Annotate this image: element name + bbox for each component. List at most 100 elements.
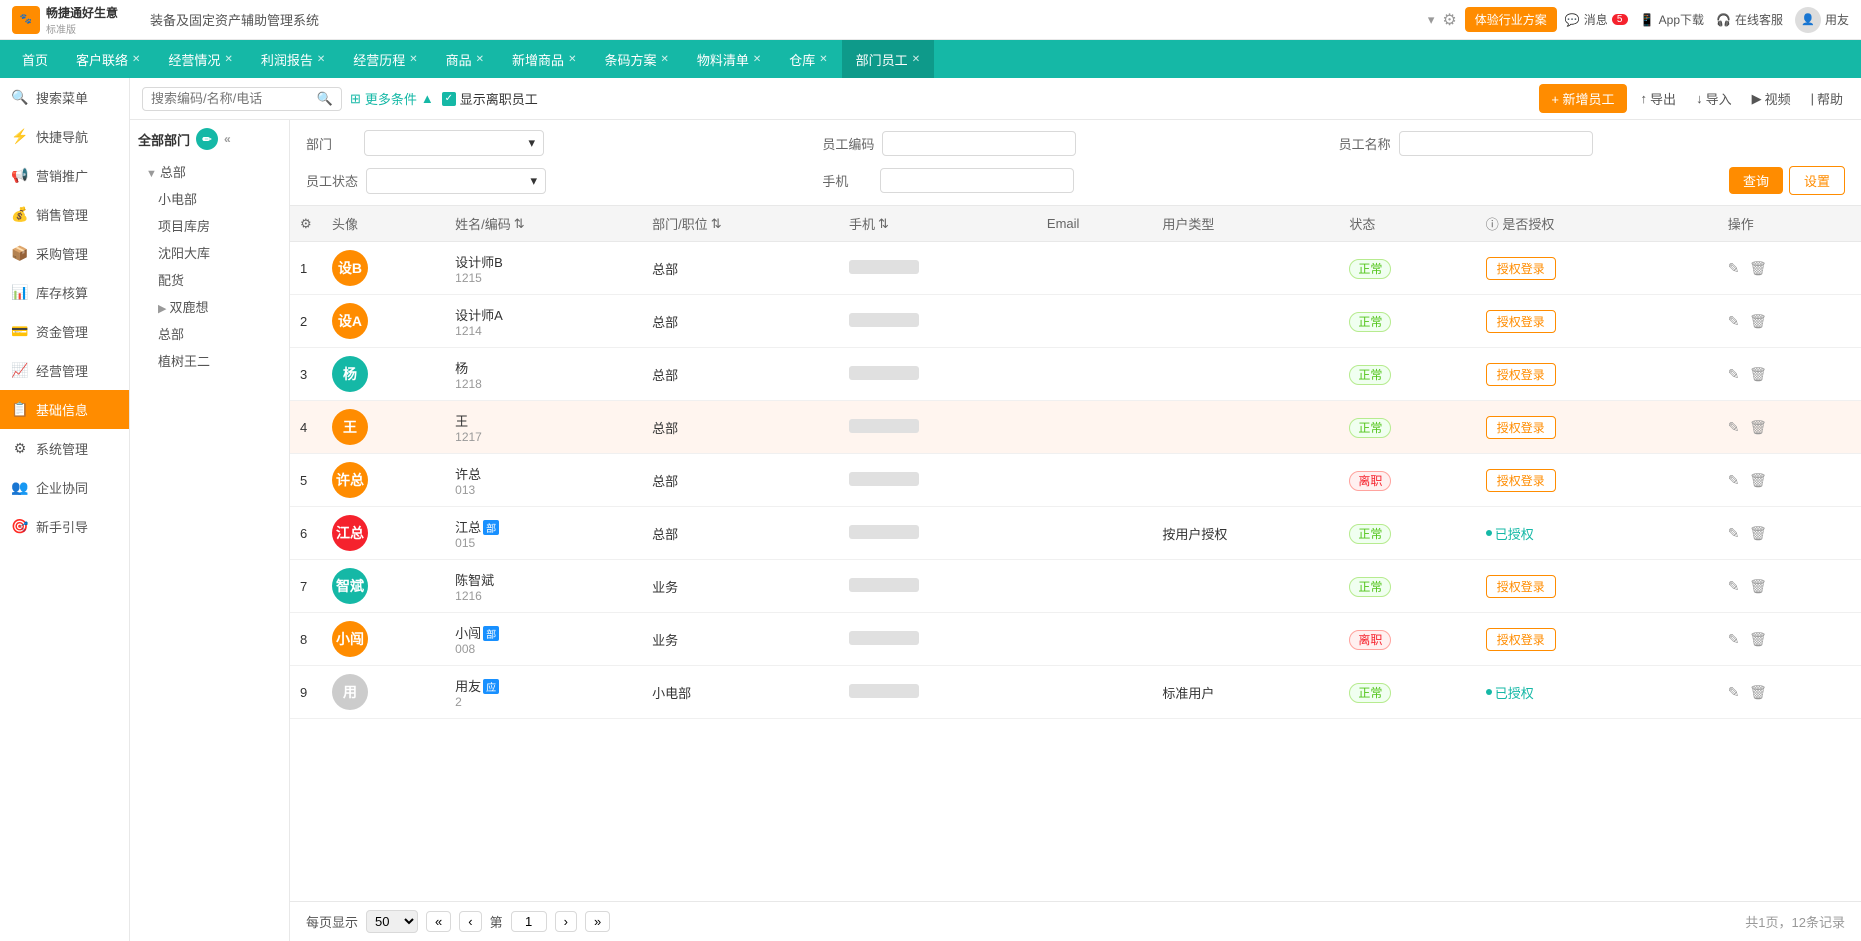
nav-dept-employee[interactable]: 部门员工 ✕ <box>842 40 934 78</box>
close-icon[interactable]: ✕ <box>317 54 325 65</box>
nav-warehouse[interactable]: 仓库 ✕ <box>775 40 841 78</box>
page-input[interactable] <box>511 911 547 932</box>
auth-login-button[interactable]: 授权登录 <box>1486 363 1556 386</box>
sidebar-item-purchase[interactable]: 📦 采购管理 <box>0 234 129 273</box>
emp-name-input[interactable] <box>1399 131 1593 156</box>
th-name[interactable]: 姓名/编码 ⇅ <box>445 206 642 242</box>
nav-profit[interactable]: 利润报告 ✕ <box>247 40 339 78</box>
dept-node-project[interactable]: 项目库房 <box>138 212 281 239</box>
edit-btn[interactable]: ✎ <box>1728 578 1740 594</box>
delete-btn[interactable]: 🗑 <box>1749 313 1767 329</box>
prev-page-btn[interactable]: ‹ <box>459 911 481 932</box>
th-phone[interactable]: 手机 ⇅ <box>839 206 1037 242</box>
th-dept[interactable]: 部门/职位 ⇅ <box>642 206 839 242</box>
edit-btn[interactable]: ✎ <box>1728 525 1740 541</box>
sidebar-item-nav[interactable]: ⚡ 快捷导航 <box>0 117 129 156</box>
th-settings[interactable]: ⚙ <box>290 206 322 242</box>
delete-btn[interactable]: 🗑 <box>1749 419 1767 435</box>
service-btn[interactable]: 🎧 在线客服 <box>1716 11 1783 28</box>
show-resigned-checkbox[interactable]: ✓ <box>442 92 456 106</box>
try-btn[interactable]: 体验行业方案 <box>1465 7 1557 32</box>
emp-status-select[interactable]: ▾ <box>366 168 546 194</box>
show-resigned-wrap[interactable]: ✓ 显示离职员工 <box>442 89 538 108</box>
sidebar-item-guide[interactable]: 🎯 新手引导 <box>0 507 129 546</box>
close-icon[interactable]: ✕ <box>224 54 232 65</box>
user-btn[interactable]: 👤 用友 <box>1795 7 1849 33</box>
edit-btn[interactable]: ✎ <box>1728 684 1740 700</box>
auth-login-button[interactable]: 授权登录 <box>1486 257 1556 280</box>
app-btn[interactable]: 📱 App下载 <box>1640 11 1704 28</box>
sidebar-item-search[interactable]: 🔍 搜索菜单 <box>0 78 129 117</box>
close-icon[interactable]: ✕ <box>660 54 668 65</box>
reset-button[interactable]: 设置 <box>1789 166 1845 195</box>
sidebar-item-basic[interactable]: 📋 基础信息 <box>0 390 129 429</box>
sidebar-item-sales[interactable]: 💰 销售管理 <box>0 195 129 234</box>
phone-input[interactable] <box>880 168 1074 193</box>
nav-new-goods[interactable]: 新增商品 ✕ <box>498 40 590 78</box>
help-btn[interactable]: | 帮助 <box>1805 85 1849 112</box>
msg-btn[interactable]: 💬 消息 5 <box>1565 11 1628 28</box>
sidebar-item-system[interactable]: ⚙ 系统管理 <box>0 429 129 468</box>
dept-node-zongbu[interactable]: 总部 <box>138 320 281 347</box>
edit-btn[interactable]: ✎ <box>1728 313 1740 329</box>
search-wrap[interactable]: 🔍 <box>142 87 342 111</box>
import-btn[interactable]: ↓ 导入 <box>1690 85 1738 112</box>
dropdown-arrow-icon[interactable]: ▾ <box>1428 12 1435 28</box>
delete-btn[interactable]: 🗑 <box>1749 472 1767 488</box>
dept-node-zhishu[interactable]: 植树王二 <box>138 347 281 374</box>
close-icon[interactable]: ✕ <box>476 54 484 65</box>
sidebar-item-collab[interactable]: 👥 企业协同 <box>0 468 129 507</box>
close-icon[interactable]: ✕ <box>409 54 417 65</box>
auth-login-button[interactable]: 授权登录 <box>1486 416 1556 439</box>
close-icon[interactable]: ✕ <box>819 54 827 65</box>
dept-node-shuanglu[interactable]: ▶双鹿想 <box>138 293 281 320</box>
auth-login-button[interactable]: 授权登录 <box>1486 575 1556 598</box>
dept-node-delivery[interactable]: 配货 <box>138 266 281 293</box>
search-input[interactable] <box>151 91 313 106</box>
dept-edit-btn[interactable]: ✏ <box>196 128 218 150</box>
nav-customer[interactable]: 客户联络 ✕ <box>62 40 154 78</box>
sidebar-item-finance[interactable]: 💳 资金管理 <box>0 312 129 351</box>
auth-login-button[interactable]: 授权登录 <box>1486 310 1556 333</box>
dept-node-xiaodian[interactable]: 小电部 <box>138 185 281 212</box>
last-page-btn[interactable]: » <box>585 911 610 932</box>
edit-btn[interactable]: ✎ <box>1728 472 1740 488</box>
delete-btn[interactable]: 🗑 <box>1749 366 1767 382</box>
delete-btn[interactable]: 🗑 <box>1749 525 1767 541</box>
auth-login-button[interactable]: 授权登录 <box>1486 469 1556 492</box>
sidebar-item-inventory[interactable]: 📊 库存核算 <box>0 273 129 312</box>
close-icon[interactable]: ✕ <box>132 54 140 65</box>
sidebar-item-marketing[interactable]: 📢 营销推广 <box>0 156 129 195</box>
view-btn[interactable]: ▶ 视频 <box>1746 85 1797 112</box>
edit-btn[interactable]: ✎ <box>1728 631 1740 647</box>
query-button[interactable]: 查询 <box>1729 167 1783 194</box>
nav-bom[interactable]: 物料清单 ✕ <box>683 40 775 78</box>
auth-login-button[interactable]: 授权登录 <box>1486 628 1556 651</box>
add-employee-button[interactable]: + 新增员工 <box>1539 84 1626 113</box>
delete-btn[interactable]: 🗑 <box>1749 631 1767 647</box>
first-page-btn[interactable]: « <box>426 911 451 932</box>
dept-node-root[interactable]: ▼总部 <box>138 158 281 185</box>
delete-btn[interactable]: 🗑 <box>1749 684 1767 700</box>
close-icon[interactable]: ✕ <box>753 54 761 65</box>
export-btn[interactable]: ↑ 导出 <box>1635 85 1683 112</box>
next-page-btn[interactable]: › <box>555 911 577 932</box>
nav-barcode[interactable]: 条码方案 ✕ <box>590 40 682 78</box>
nav-goods[interactable]: 商品 ✕ <box>432 40 498 78</box>
dept-node-shenyang[interactable]: 沈阳大库 <box>138 239 281 266</box>
settings-icon[interactable]: ⚙ <box>1442 10 1456 30</box>
nav-operation[interactable]: 经营情况 ✕ <box>154 40 246 78</box>
more-conditions-btn[interactable]: ⊞ 更多条件 ▲ <box>350 89 434 108</box>
edit-btn[interactable]: ✎ <box>1728 260 1740 276</box>
sidebar-item-biz[interactable]: 📈 经营管理 <box>0 351 129 390</box>
edit-btn[interactable]: ✎ <box>1728 419 1740 435</box>
nav-home[interactable]: 首页 <box>8 40 62 78</box>
close-icon[interactable]: ✕ <box>912 54 920 65</box>
delete-btn[interactable]: 🗑 <box>1749 578 1767 594</box>
emp-code-input[interactable] <box>882 131 1076 156</box>
edit-btn[interactable]: ✎ <box>1728 366 1740 382</box>
close-icon[interactable]: ✕ <box>568 54 576 65</box>
dept-filter-select[interactable]: ▾ <box>364 130 544 156</box>
per-page-select[interactable]: 50 100 <box>366 910 418 933</box>
dept-collapse-btn[interactable]: « <box>224 132 231 146</box>
